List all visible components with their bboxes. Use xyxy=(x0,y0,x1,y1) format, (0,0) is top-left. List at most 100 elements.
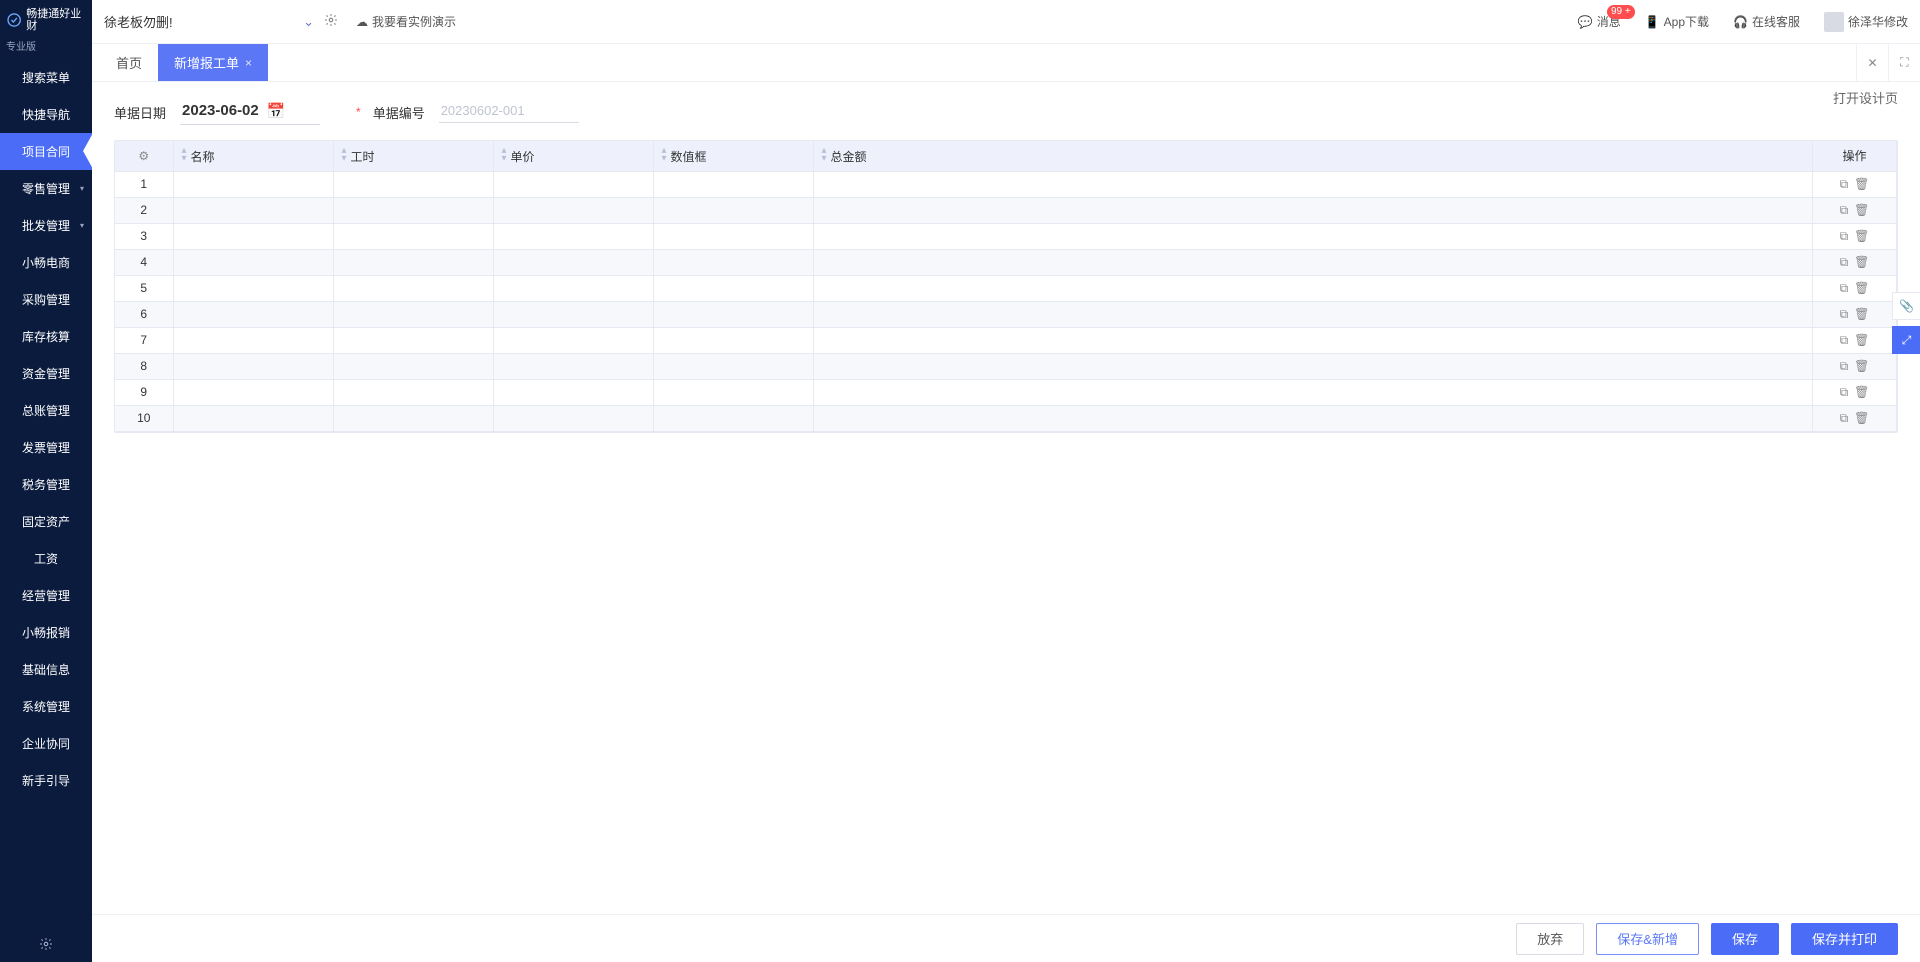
user-menu[interactable]: 徐泽华修改 xyxy=(1824,12,1908,32)
cell-numbox[interactable] xyxy=(653,275,813,301)
delete-row-button[interactable]: 🗑 xyxy=(1854,229,1869,243)
cell-numbox[interactable] xyxy=(653,171,813,197)
col-price[interactable]: ▴▾单价 xyxy=(493,141,653,171)
save-button[interactable]: 保存 xyxy=(1711,923,1779,955)
cell-name[interactable] xyxy=(173,379,333,405)
tab-close-button[interactable]: ✕ xyxy=(1856,44,1888,81)
sidebar-item-2[interactable]: 项目合同 xyxy=(0,133,92,170)
cell-price[interactable] xyxy=(493,171,653,197)
cell-worktime[interactable] xyxy=(333,171,493,197)
expand-button[interactable]: ⤢ xyxy=(1892,326,1920,354)
cell-worktime[interactable] xyxy=(333,405,493,431)
tab-new-worksheet[interactable]: 新增报工单 × xyxy=(158,44,268,81)
copy-row-button[interactable]: ⧉ xyxy=(1840,229,1849,243)
date-input[interactable]: 2023-06-02 📅 xyxy=(180,100,320,125)
cell-numbox[interactable] xyxy=(653,301,813,327)
cell-total[interactable] xyxy=(813,275,1813,301)
save-and-print-button[interactable]: 保存并打印 xyxy=(1791,923,1898,955)
copy-row-button[interactable]: ⧉ xyxy=(1840,255,1849,269)
sidebar-item-5[interactable]: 小畅电商 xyxy=(0,244,92,281)
cell-price[interactable] xyxy=(493,353,653,379)
col-numbox[interactable]: ▴▾数值框 xyxy=(653,141,813,171)
support-button[interactable]: 🎧 在线客服 xyxy=(1733,13,1800,30)
cell-price[interactable] xyxy=(493,405,653,431)
copy-row-button[interactable]: ⧉ xyxy=(1840,411,1849,425)
delete-row-button[interactable]: 🗑 xyxy=(1854,411,1869,425)
sidebar-item-18[interactable]: 企业协同 xyxy=(0,725,92,762)
col-worktime[interactable]: ▴▾工时 xyxy=(333,141,493,171)
sidebar-item-19[interactable]: 新手引导 xyxy=(0,762,92,799)
cell-name[interactable] xyxy=(173,327,333,353)
sidebar-item-0[interactable]: 搜索菜单 xyxy=(0,59,92,96)
col-total[interactable]: ▴▾总金额 xyxy=(813,141,1813,171)
copy-row-button[interactable]: ⧉ xyxy=(1840,203,1849,217)
sidebar-item-11[interactable]: 税务管理 xyxy=(0,466,92,503)
cell-worktime[interactable] xyxy=(333,223,493,249)
cell-total[interactable] xyxy=(813,353,1813,379)
sidebar-item-14[interactable]: 经营管理 xyxy=(0,577,92,614)
copy-row-button[interactable]: ⧉ xyxy=(1840,177,1849,191)
cell-name[interactable] xyxy=(173,223,333,249)
cell-name[interactable] xyxy=(173,405,333,431)
cell-price[interactable] xyxy=(493,223,653,249)
discard-button[interactable]: 放弃 xyxy=(1516,923,1584,955)
cell-numbox[interactable] xyxy=(653,353,813,379)
cell-total[interactable] xyxy=(813,197,1813,223)
cell-worktime[interactable] xyxy=(333,353,493,379)
tab-home[interactable]: 首页 xyxy=(100,44,158,81)
copy-row-button[interactable]: ⧉ xyxy=(1840,359,1849,373)
sidebar-item-12[interactable]: 固定资产 xyxy=(0,503,92,540)
cell-name[interactable] xyxy=(173,197,333,223)
cell-numbox[interactable] xyxy=(653,405,813,431)
cell-worktime[interactable] xyxy=(333,301,493,327)
save-and-new-button[interactable]: 保存&新增 xyxy=(1596,923,1699,955)
copy-row-button[interactable]: ⧉ xyxy=(1840,281,1849,295)
cell-numbox[interactable] xyxy=(653,197,813,223)
company-selector[interactable]: 徐老板勿删! ⌄ xyxy=(104,12,314,31)
cell-price[interactable] xyxy=(493,249,653,275)
sidebar-item-15[interactable]: 小畅报销 xyxy=(0,614,92,651)
cell-name[interactable] xyxy=(173,301,333,327)
sidebar-item-13[interactable]: 工资 xyxy=(0,540,92,577)
cell-total[interactable] xyxy=(813,223,1813,249)
cell-total[interactable] xyxy=(813,327,1813,353)
cell-name[interactable] xyxy=(173,353,333,379)
cell-numbox[interactable] xyxy=(653,223,813,249)
open-designer-link[interactable]: 打开设计页 xyxy=(1833,88,1898,107)
messages-button[interactable]: 💬 消息 99 + xyxy=(1578,13,1621,30)
cell-total[interactable] xyxy=(813,301,1813,327)
copy-row-button[interactable]: ⧉ xyxy=(1840,333,1849,347)
sidebar-item-10[interactable]: 发票管理 xyxy=(0,429,92,466)
sidebar-item-8[interactable]: 资金管理 xyxy=(0,355,92,392)
number-input[interactable]: 20230602-001 xyxy=(439,101,579,123)
cell-worktime[interactable] xyxy=(333,197,493,223)
sidebar-settings[interactable] xyxy=(0,929,92,962)
sidebar-item-4[interactable]: 批发管理 xyxy=(0,207,92,244)
cell-name[interactable] xyxy=(173,275,333,301)
sidebar-item-3[interactable]: 零售管理 xyxy=(0,170,92,207)
cell-price[interactable] xyxy=(493,275,653,301)
sidebar-item-1[interactable]: 快捷导航 xyxy=(0,96,92,133)
cell-total[interactable] xyxy=(813,171,1813,197)
company-settings-button[interactable] xyxy=(324,13,338,30)
cell-worktime[interactable] xyxy=(333,327,493,353)
copy-row-button[interactable]: ⧉ xyxy=(1840,385,1849,399)
cell-price[interactable] xyxy=(493,379,653,405)
cell-worktime[interactable] xyxy=(333,379,493,405)
fullscreen-button[interactable]: ⛶ xyxy=(1888,44,1920,81)
cell-price[interactable] xyxy=(493,197,653,223)
cell-worktime[interactable] xyxy=(333,275,493,301)
col-settings[interactable]: ⚙ xyxy=(115,141,173,171)
cell-total[interactable] xyxy=(813,249,1813,275)
cell-name[interactable] xyxy=(173,171,333,197)
delete-row-button[interactable]: 🗑 xyxy=(1854,359,1869,373)
cell-numbox[interactable] xyxy=(653,249,813,275)
demo-link[interactable]: ☁ 我要看实例演示 xyxy=(356,13,456,30)
sidebar-item-9[interactable]: 总账管理 xyxy=(0,392,92,429)
delete-row-button[interactable]: 🗑 xyxy=(1854,307,1869,321)
col-name[interactable]: ▴▾名称 xyxy=(173,141,333,171)
app-download-button[interactable]: 📱 App下载 xyxy=(1645,13,1709,30)
cell-price[interactable] xyxy=(493,301,653,327)
cell-total[interactable] xyxy=(813,379,1813,405)
delete-row-button[interactable]: 🗑 xyxy=(1854,177,1869,191)
